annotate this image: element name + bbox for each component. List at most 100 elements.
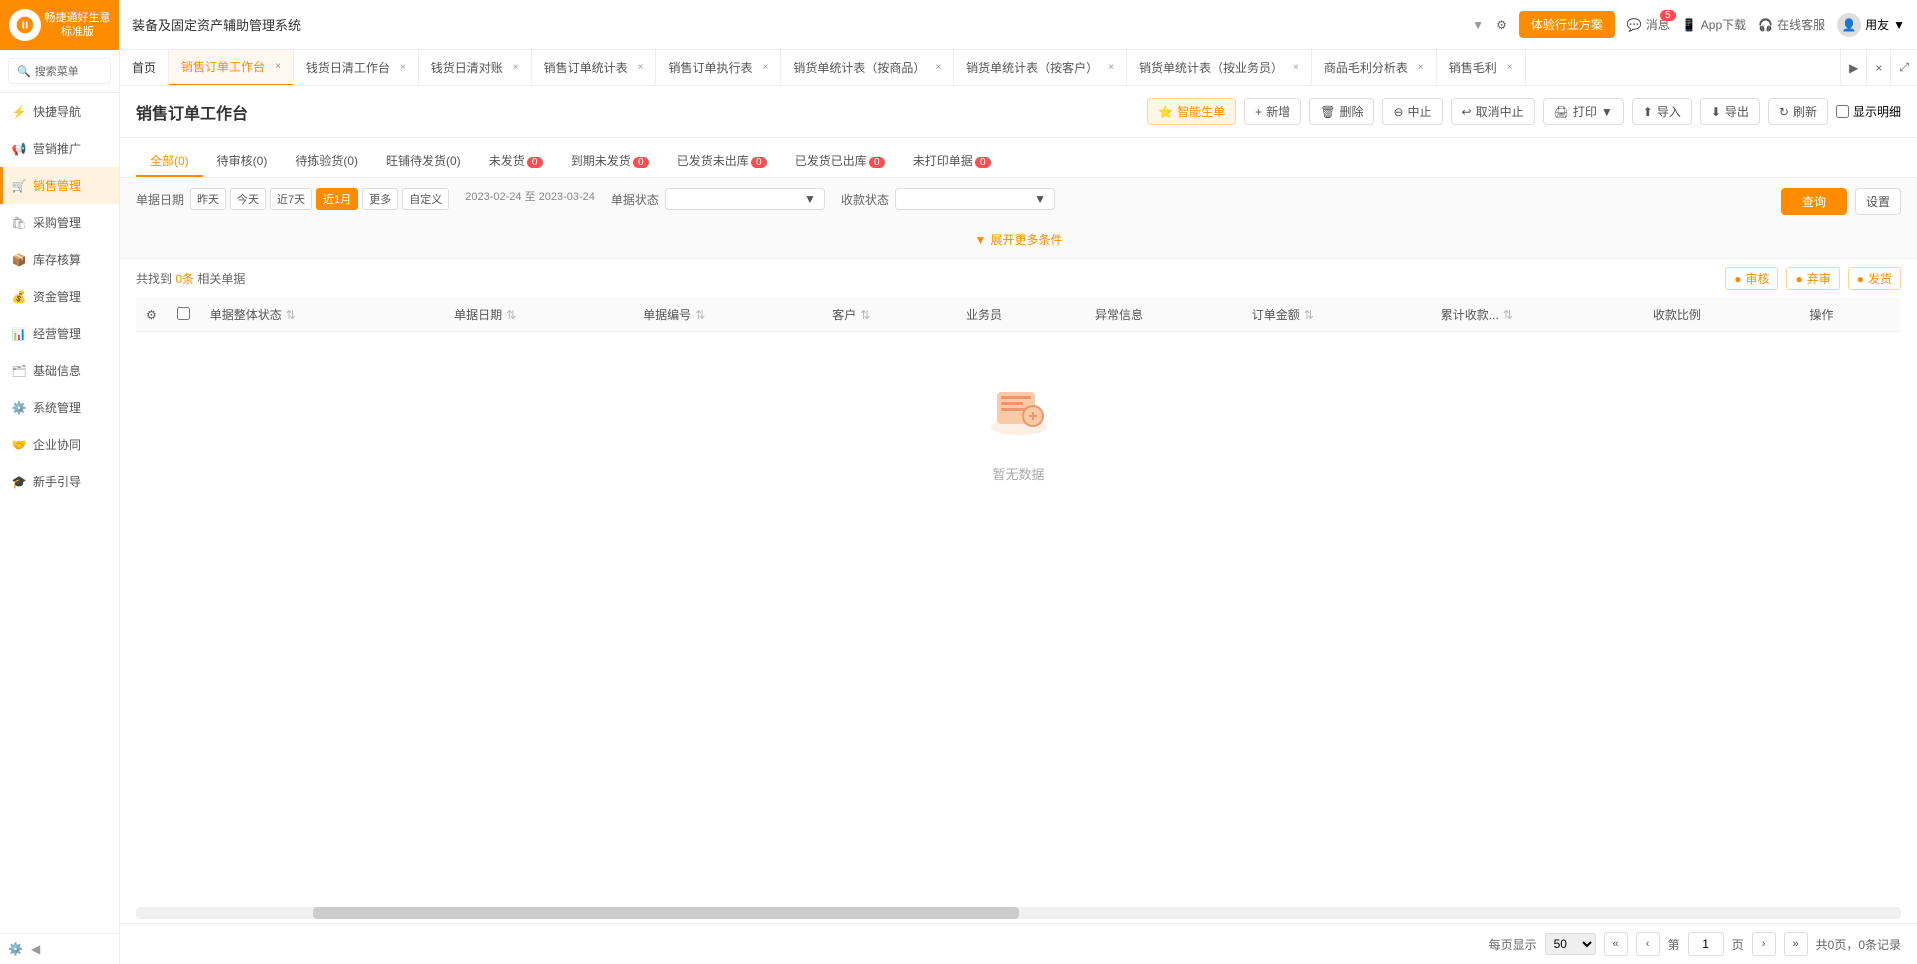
cancel-review-icon: ● bbox=[1795, 272, 1802, 286]
filter-tab-all[interactable]: 全部(0) bbox=[136, 146, 203, 177]
filter-tab-not-printed[interactable]: 未打印单据0 bbox=[899, 146, 1005, 177]
chevron-down-icon: ▼ bbox=[1893, 18, 1905, 32]
status-filter-group: 单据状态 ▼ bbox=[611, 188, 825, 210]
search-menu-btn[interactable]: 🔍 搜索菜单 bbox=[8, 58, 111, 84]
tab-sales-stat3[interactable]: 销货单统计表（按客户） × bbox=[954, 50, 1127, 86]
tab-home[interactable]: 首页 bbox=[120, 50, 169, 86]
next-page-btn[interactable]: › bbox=[1752, 932, 1776, 956]
tab-daily-cash[interactable]: 钱货日清工作台 × bbox=[294, 50, 419, 86]
user-menu[interactable]: 👤 用友 ▼ bbox=[1837, 13, 1905, 37]
status-label: 单据状态 bbox=[611, 191, 659, 208]
per-page-select[interactable]: 10 20 50 100 bbox=[1545, 933, 1596, 955]
first-page-btn[interactable]: « bbox=[1604, 932, 1628, 956]
tab-close-all-btn[interactable]: × bbox=[1866, 50, 1890, 86]
sidebar-item-purchase[interactable]: 🛍 采购管理 bbox=[0, 204, 119, 241]
filter-tab-not-shipped[interactable]: 未发货0 bbox=[475, 146, 557, 177]
table-col-collected: 累计收款...⇅ bbox=[1431, 298, 1643, 332]
show-detail-checkbox[interactable] bbox=[1836, 105, 1849, 118]
smart-create-btn[interactable]: ⭐ 智能生单 bbox=[1147, 98, 1236, 125]
last-page-btn[interactable]: » bbox=[1784, 932, 1808, 956]
message-btn[interactable]: 💬 消息 5 bbox=[1627, 16, 1670, 33]
filter-tab-shipped-out[interactable]: 已发货已出库0 bbox=[781, 146, 899, 177]
tab-sales-gross[interactable]: 销售毛利 × bbox=[1437, 50, 1526, 86]
sidebar-item-finance[interactable]: 💰 资金管理 bbox=[0, 278, 119, 315]
tab-profit-anal[interactable]: 商品毛利分析表 × bbox=[1312, 50, 1437, 86]
date-today-btn[interactable]: 今天 bbox=[230, 188, 266, 210]
tab-close-sales-exec[interactable]: × bbox=[762, 62, 768, 73]
tab-sales-stat[interactable]: 销售订单统计表 × bbox=[532, 50, 657, 86]
tab-cash-check[interactable]: 钱货日清对账 × bbox=[419, 50, 532, 86]
horizontal-scrollbar[interactable] bbox=[136, 907, 1901, 919]
print-btn[interactable]: 🖨 打印 ▼ bbox=[1543, 98, 1624, 125]
import-btn[interactable]: ⬆ 导入 bbox=[1632, 98, 1692, 125]
tab-close-daily-cash[interactable]: × bbox=[400, 62, 406, 73]
query-btn[interactable]: 查询 bbox=[1781, 188, 1847, 215]
filter-tab-pending-inspect[interactable]: 待拣验货(0) bbox=[281, 146, 372, 177]
scrollbar-thumb[interactable] bbox=[313, 907, 1019, 919]
plus-icon: + bbox=[1255, 105, 1262, 119]
filter-tab-pending[interactable]: 待审核(0) bbox=[203, 146, 282, 177]
sidebar-item-quick-nav[interactable]: ⚡ 快捷导航 bbox=[0, 93, 119, 130]
filter-tab-shipped-not-out[interactable]: 已发货未出库0 bbox=[663, 146, 781, 177]
filter-tab-expired[interactable]: 到期未发货0 bbox=[557, 146, 663, 177]
print-icon: 🖨 bbox=[1554, 105, 1569, 119]
tab-close-sales-stat4[interactable]: × bbox=[1293, 62, 1299, 73]
date-custom-btn[interactable]: 自定义 bbox=[402, 188, 449, 210]
tab-close-profit-anal[interactable]: × bbox=[1418, 62, 1424, 73]
tab-sales-order[interactable]: 销售订单工作台 × bbox=[169, 50, 294, 86]
delete-btn[interactable]: 🗑 删除 bbox=[1309, 98, 1374, 125]
online-service-btn[interactable]: 🎧 在线客服 bbox=[1758, 16, 1825, 33]
guide-icon: 🎓 bbox=[11, 474, 27, 490]
table-col-settings[interactable]: ⚙ bbox=[136, 298, 167, 332]
review-btn[interactable]: ● 审核 bbox=[1725, 267, 1778, 290]
status-select[interactable]: ▼ bbox=[665, 188, 825, 210]
sort-icon: ⇅ bbox=[1503, 308, 1513, 322]
settings-gear-icon[interactable]: ⚙ bbox=[1496, 18, 1507, 32]
tab-sales-exec[interactable]: 销售订单执行表 × bbox=[656, 50, 781, 86]
date-month-btn[interactable]: 近1月 bbox=[316, 188, 358, 210]
new-btn[interactable]: + 新增 bbox=[1244, 98, 1301, 125]
tab-close-sales-order[interactable]: × bbox=[275, 61, 281, 72]
sidebar-item-system[interactable]: ⚙️ 系统管理 bbox=[0, 389, 119, 426]
filter-settings-btn[interactable]: 设置 bbox=[1855, 188, 1901, 215]
tab-maximize-btn[interactable]: ⤢ bbox=[1890, 50, 1917, 86]
sidebar-item-business[interactable]: 📊 经营管理 bbox=[0, 315, 119, 352]
sidebar-item-guide[interactable]: 🎓 新手引导 bbox=[0, 463, 119, 500]
sidebar-item-enterprise[interactable]: 🤝 企业协同 bbox=[0, 426, 119, 463]
page-header: 销售订单工作台 ⭐ 智能生单 + 新增 🗑 删除 ⊖ 中止 bbox=[120, 86, 1917, 138]
table-col-checkbox[interactable] bbox=[167, 298, 200, 332]
expand-filter-btn[interactable]: ▼ 展开更多条件 bbox=[975, 231, 1063, 248]
sidebar-item-inventory[interactable]: 📦 库存核算 bbox=[0, 241, 119, 278]
ship-btn[interactable]: ● 发货 bbox=[1848, 267, 1901, 290]
date-7days-btn[interactable]: 近7天 bbox=[270, 188, 312, 210]
collapse-icon[interactable]: ◀ bbox=[31, 942, 40, 956]
date-yesterday-btn[interactable]: 昨天 bbox=[190, 188, 226, 210]
select-all-checkbox[interactable] bbox=[177, 307, 190, 320]
cancel-review-btn[interactable]: ● 弃审 bbox=[1786, 267, 1839, 290]
export-btn[interactable]: ⬇ 导出 bbox=[1700, 98, 1760, 125]
tab-close-sales-gross[interactable]: × bbox=[1507, 62, 1513, 73]
sidebar-item-basic[interactable]: 🗂 基础信息 bbox=[0, 352, 119, 389]
date-more-btn[interactable]: 更多 bbox=[362, 188, 398, 210]
payment-select[interactable]: ▼ bbox=[895, 188, 1055, 210]
tab-close-sales-stat2[interactable]: × bbox=[935, 62, 941, 73]
tab-sales-stat4[interactable]: 销货单统计表（按业务员） × bbox=[1127, 50, 1312, 86]
result-actions: ● 审核 ● 弃审 ● 发货 bbox=[1725, 267, 1901, 290]
filter-tab-wangpu[interactable]: 旺铺待发货(0) bbox=[372, 146, 475, 177]
tab-close-sales-stat[interactable]: × bbox=[638, 62, 644, 73]
show-detail-label[interactable]: 显示明细 bbox=[1836, 103, 1901, 120]
cancel-stop-btn[interactable]: ↩ 取消中止 bbox=[1451, 98, 1535, 125]
settings-icon[interactable]: ⚙️ bbox=[8, 942, 23, 956]
refresh-btn[interactable]: ↻ 刷新 bbox=[1768, 98, 1828, 125]
sidebar-item-marketing[interactable]: 📢 营销推广 bbox=[0, 130, 119, 167]
sidebar-item-sales[interactable]: 🛒 销售管理 bbox=[0, 167, 119, 204]
app-download-btn[interactable]: 📱 App下载 bbox=[1682, 16, 1746, 33]
stop-btn[interactable]: ⊖ 中止 bbox=[1382, 98, 1442, 125]
tab-sales-stat2[interactable]: 销货单统计表（按商品） × bbox=[781, 50, 954, 86]
page-input[interactable] bbox=[1688, 932, 1724, 956]
tab-close-sales-stat3[interactable]: × bbox=[1108, 62, 1114, 73]
tab-scroll-right-btn[interactable]: ▶ bbox=[1840, 50, 1866, 86]
experience-btn[interactable]: 体验行业方案 bbox=[1519, 11, 1615, 38]
tab-close-cash-check[interactable]: × bbox=[513, 62, 519, 73]
prev-page-btn[interactable]: ‹ bbox=[1636, 932, 1660, 956]
